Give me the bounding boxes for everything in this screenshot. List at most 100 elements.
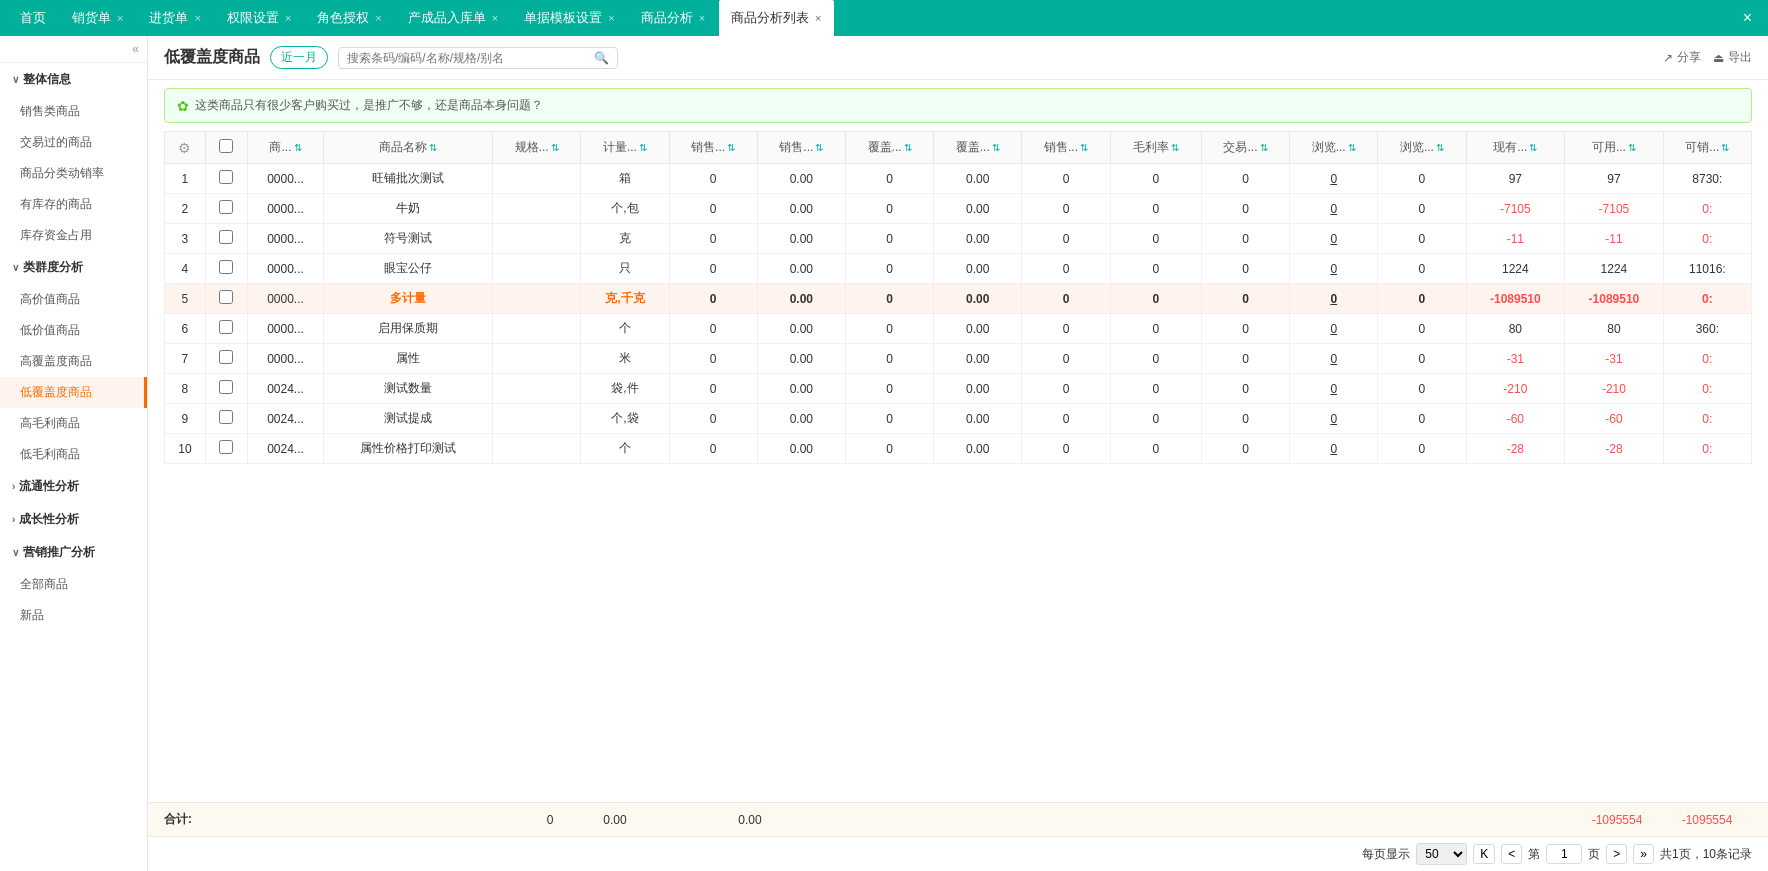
sidebar-item-all-goods[interactable]: 全部商品 (0, 569, 147, 600)
sidebar-item-sales-goods[interactable]: 销售类商品 (0, 96, 147, 127)
close-icon[interactable]: × (608, 12, 614, 24)
row-view1[interactable]: 0 (1290, 284, 1378, 314)
row-checkbox[interactable] (205, 224, 247, 254)
row-checkbox[interactable] (205, 434, 247, 464)
row-checkbox[interactable] (205, 374, 247, 404)
nav-tab-template[interactable]: 单据模板设置 × (512, 0, 626, 36)
view1-link[interactable]: 0 (1330, 442, 1337, 456)
close-icon[interactable]: × (815, 12, 821, 24)
search-input[interactable] (347, 51, 588, 65)
row-checkbox[interactable] (205, 164, 247, 194)
close-all-button[interactable]: × (1735, 9, 1760, 27)
th-cover2[interactable]: 覆盖...⇅ (934, 132, 1022, 164)
sidebar-item-high-margin[interactable]: 高毛利商品 (0, 408, 147, 439)
row-checkbox[interactable] (205, 194, 247, 224)
row-view1[interactable]: 0 (1290, 194, 1378, 224)
row-name[interactable]: 属性 (324, 344, 493, 374)
nav-tab-permission[interactable]: 权限设置 × (215, 0, 303, 36)
sidebar-section-growth[interactable]: › 成长性分析 (0, 503, 147, 536)
view1-link[interactable]: 0 (1330, 352, 1337, 366)
th-check[interactable] (205, 132, 247, 164)
sidebar-item-stock-goods[interactable]: 有库存的商品 (0, 189, 147, 220)
view1-link[interactable]: 0 (1330, 382, 1337, 396)
sidebar-item-category-rate[interactable]: 商品分类动销率 (0, 158, 147, 189)
view1-link[interactable]: 0 (1330, 262, 1337, 276)
row-checkbox[interactable] (205, 314, 247, 344)
view1-link[interactable]: 0 (1330, 232, 1337, 246)
th-trade[interactable]: 交易...⇅ (1201, 132, 1289, 164)
share-button[interactable]: ↗ 分享 (1663, 49, 1701, 66)
row-view1[interactable]: 0 (1290, 404, 1378, 434)
view1-link[interactable]: 0 (1330, 412, 1337, 426)
th-view2[interactable]: 浏览...⇅ (1378, 132, 1466, 164)
row-name[interactable]: 测试数量 (324, 374, 493, 404)
row-name[interactable]: 多计量 (324, 284, 493, 314)
row-name[interactable]: 牛奶 (324, 194, 493, 224)
view1-link[interactable]: 0 (1330, 292, 1337, 306)
th-saleable[interactable]: 可销...⇅ (1663, 132, 1751, 164)
sidebar-section-cluster[interactable]: ∨ 类群度分析 (0, 251, 147, 284)
row-view1[interactable]: 0 (1290, 344, 1378, 374)
th-sales-amount[interactable]: 销售...⇅ (757, 132, 845, 164)
nav-tab-analysis[interactable]: 商品分析 × (629, 0, 717, 36)
settings-icon[interactable]: ⚙ (178, 140, 191, 156)
sidebar-item-traded-goods[interactable]: 交易过的商品 (0, 127, 147, 158)
th-sales-count[interactable]: 销售...⇅ (669, 132, 757, 164)
close-icon[interactable]: × (699, 12, 705, 24)
row-name[interactable]: 旺铺批次测试 (324, 164, 493, 194)
close-icon[interactable]: × (492, 12, 498, 24)
nav-tab-purchase[interactable]: 进货单 × (137, 0, 212, 36)
row-view1[interactable]: 0 (1290, 224, 1378, 254)
row-name[interactable]: 符号测试 (324, 224, 493, 254)
select-all-checkbox[interactable] (219, 139, 233, 153)
th-gross[interactable]: 毛利率⇅ (1110, 132, 1201, 164)
row-checkbox[interactable] (205, 344, 247, 374)
last-page-button[interactable]: » (1633, 844, 1654, 864)
th-name[interactable]: 商品名称⇅ (324, 132, 493, 164)
sidebar-item-low-value[interactable]: 低价值商品 (0, 315, 147, 346)
close-icon[interactable]: × (285, 12, 291, 24)
row-checkbox[interactable] (205, 284, 247, 314)
th-available[interactable]: 可用...⇅ (1565, 132, 1664, 164)
close-icon[interactable]: × (194, 12, 200, 24)
row-name[interactable]: 启用保质期 (324, 314, 493, 344)
row-view1[interactable]: 0 (1290, 434, 1378, 464)
nav-tab-role[interactable]: 角色授权 × (305, 0, 393, 36)
view1-link[interactable]: 0 (1330, 322, 1337, 336)
page-number-input[interactable] (1546, 844, 1582, 864)
page-size-select[interactable]: 50 20 100 (1416, 843, 1467, 865)
prev-page-button[interactable]: < (1501, 844, 1522, 864)
th-unit[interactable]: 计量...⇅ (581, 132, 669, 164)
th-view1[interactable]: 浏览...⇅ (1290, 132, 1378, 164)
first-page-button[interactable]: K (1473, 844, 1495, 864)
view1-link[interactable]: 0 (1330, 202, 1337, 216)
row-view1[interactable]: 0 (1290, 254, 1378, 284)
th-settings[interactable]: ⚙ (165, 132, 206, 164)
sidebar-item-low-coverage[interactable]: 低覆盖度商品 (0, 377, 147, 408)
sidebar-item-low-margin[interactable]: 低毛利商品 (0, 439, 147, 470)
th-cover1[interactable]: 覆盖...⇅ (845, 132, 933, 164)
sidebar-item-new-goods[interactable]: 新品 (0, 600, 147, 631)
th-code[interactable]: 商...⇅ (247, 132, 324, 164)
filter-recent-button[interactable]: 近一月 (270, 46, 328, 69)
view1-link[interactable]: 0 (1330, 172, 1337, 186)
row-checkbox[interactable] (205, 254, 247, 284)
sidebar-section-overall[interactable]: ∨ 整体信息 (0, 63, 147, 96)
sidebar-section-marketing[interactable]: ∨ 营销推广分析 (0, 536, 147, 569)
sidebar-item-high-value[interactable]: 高价值商品 (0, 284, 147, 315)
sidebar-collapse-button[interactable]: « (0, 36, 147, 63)
row-view1[interactable]: 0 (1290, 374, 1378, 404)
th-current[interactable]: 现有...⇅ (1466, 132, 1565, 164)
row-checkbox[interactable] (205, 404, 247, 434)
sidebar-item-high-coverage[interactable]: 高覆盖度商品 (0, 346, 147, 377)
nav-tab-sales[interactable]: 销货单 × (60, 0, 135, 36)
close-icon[interactable]: × (375, 12, 381, 24)
row-view1[interactable]: 0 (1290, 164, 1378, 194)
nav-tab-analysis-list[interactable]: 商品分析列表 × (719, 0, 833, 36)
th-sales3[interactable]: 销售...⇅ (1022, 132, 1110, 164)
close-icon[interactable]: × (117, 12, 123, 24)
next-page-button[interactable]: > (1606, 844, 1627, 864)
nav-tab-product-stock[interactable]: 产成品入库单 × (396, 0, 510, 36)
row-name[interactable]: 眼宝公仔 (324, 254, 493, 284)
export-button[interactable]: ⏏ 导出 (1713, 49, 1752, 66)
